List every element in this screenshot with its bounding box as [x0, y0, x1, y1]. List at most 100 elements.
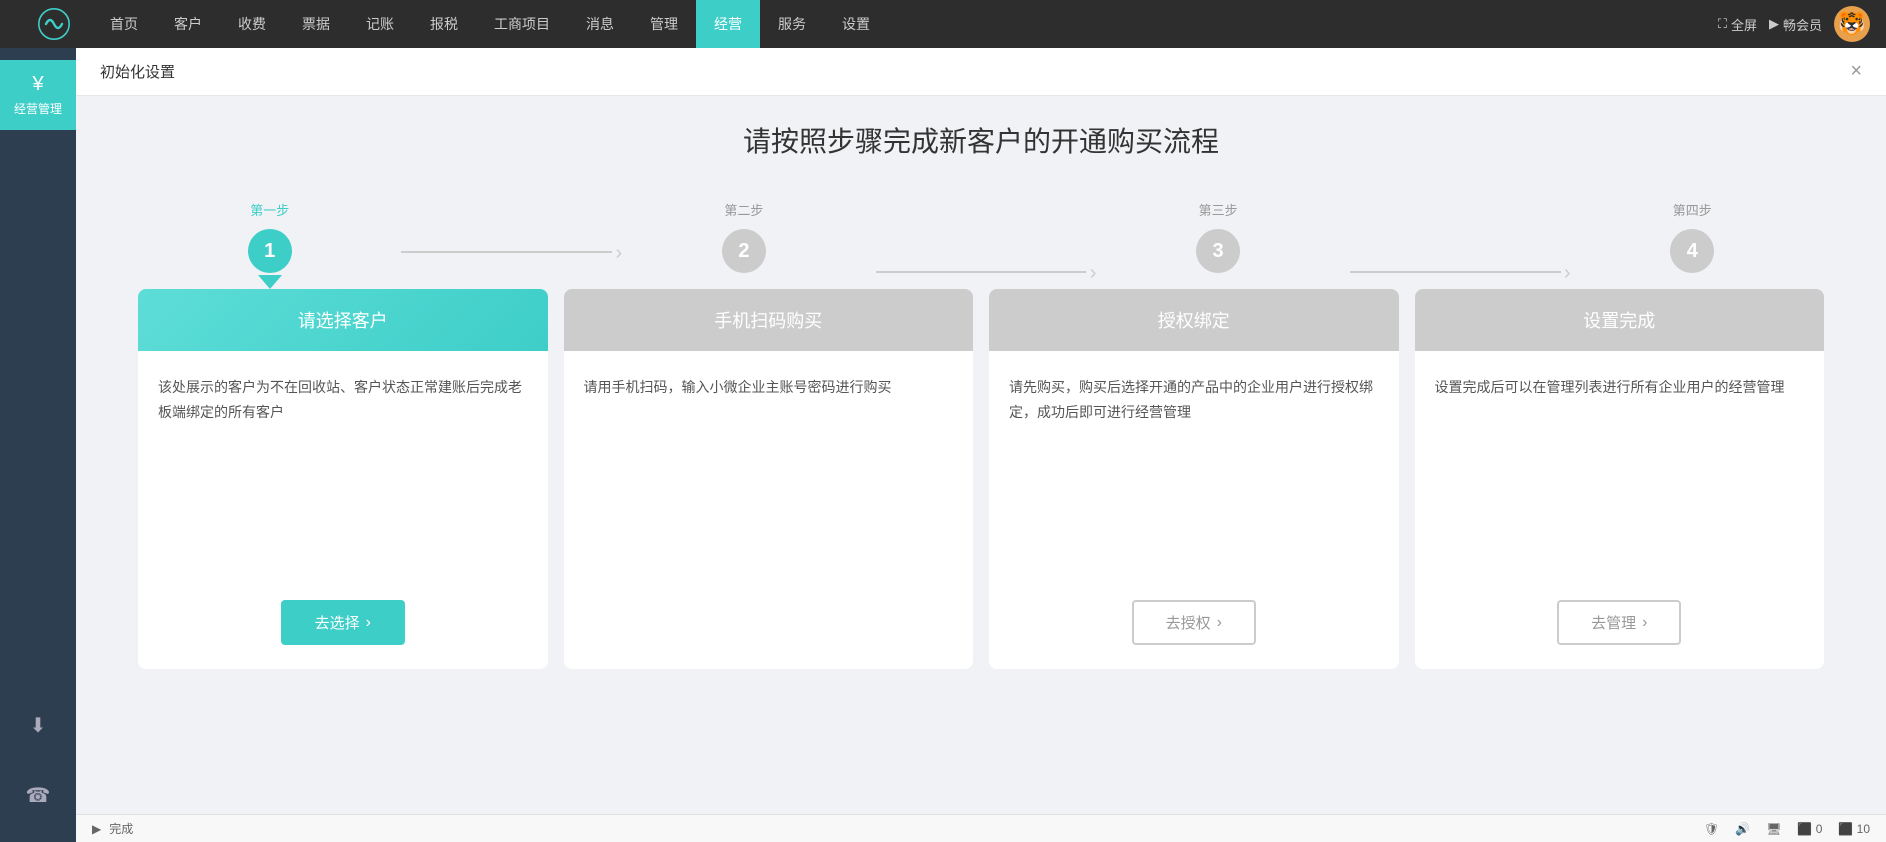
connector-1-2: ›	[401, 251, 612, 289]
steps-header: 第一步 1 › 第二步 2	[108, 200, 1854, 289]
close-button[interactable]: ×	[1850, 60, 1862, 83]
download-icon: ⬇	[30, 713, 47, 738]
card2-title: 手机扫码购买	[714, 311, 822, 331]
step4-circle: 4	[1670, 229, 1714, 273]
sidebar-item-label: 经营管理	[14, 100, 62, 117]
fullscreen-btn[interactable]: ⛶ 全屏	[1718, 15, 1757, 34]
card4-desc: 设置完成后可以在管理列表进行所有企业用户的经营管理	[1435, 379, 1785, 395]
status-text: 完成	[109, 820, 133, 837]
status-right: 🛡 🔊 🖥 ⬛ 0 ⬛ 10	[1704, 822, 1870, 836]
arrow-3: ›	[1564, 262, 1571, 285]
card4-footer: 去管理 ›	[1415, 584, 1825, 669]
content-area: 初始化设置 × 请按照步骤完成新客户的开通购买流程 第一步 1	[76, 48, 1886, 842]
play-status-icon: ▶	[92, 822, 101, 836]
status-bar: ▶ 完成 🛡 🔊 🖥 ⬛ 0 ⬛ 10	[76, 814, 1886, 842]
step3-circle: 3	[1196, 229, 1240, 273]
chevron-right-icon-4: ›	[1642, 614, 1647, 632]
connector-3-4: ›	[1350, 271, 1561, 289]
nav-item-fees[interactable]: 收费	[220, 0, 284, 48]
step1-label: 第一步	[250, 200, 289, 219]
step-card-1: 请选择客户 该处展示的客户为不在回收站、客户状态正常建账后完成老板端绑定的所有客…	[138, 289, 548, 669]
card1-title: 请选择客户	[298, 311, 388, 331]
card4-title: 设置完成	[1583, 311, 1655, 331]
page-title: 初始化设置	[100, 61, 175, 82]
shield-icon: 🛡	[1704, 822, 1719, 836]
cards-row: 请选择客户 该处展示的客户为不在回收站、客户状态正常建账后完成老板端绑定的所有客…	[108, 289, 1854, 669]
card1-header: 请选择客户	[138, 289, 548, 351]
card2-footer	[564, 629, 974, 669]
card3-footer: 去授权 ›	[989, 584, 1399, 669]
nav-item-ops[interactable]: 经营	[696, 0, 760, 48]
card3-body: 请先购买，购买后选择开通的产品中的企业用户进行授权绑定，成功后即可进行经营管理	[989, 351, 1399, 584]
card2-header: 手机扫码购买	[564, 289, 974, 351]
arrow-2: ›	[1090, 262, 1097, 285]
step4-label: 第四步	[1673, 200, 1712, 219]
card4-header: 设置完成	[1415, 289, 1825, 351]
card1-desc: 该处展示的客户为不在回收站、客户状态正常建账后完成老板端绑定的所有客户	[158, 379, 522, 420]
time-indicator: ⬛ 10	[1838, 822, 1870, 836]
nav-item-bookkeeping[interactable]: 记账	[348, 0, 412, 48]
nav-items: 首页 客户 收费 票据 记账 报税 工商项目 消息 管理 经营 服务 设置	[92, 0, 1718, 48]
step2-circle: 2	[722, 229, 766, 273]
step-col-1: 第一步 1	[138, 200, 401, 289]
connector-line-1: ›	[401, 251, 612, 253]
nav-right: ⛶ 全屏 ▶ 畅会员 🐯	[1718, 6, 1870, 42]
flow-title: 请按照步骤完成新客户的开通购买流程	[108, 120, 1854, 160]
step-card-3: 授权绑定 请先购买，购买后选择开通的产品中的企业用户进行授权绑定，成功后即可进行…	[989, 289, 1399, 669]
card3-header: 授权绑定	[989, 289, 1399, 351]
nav-item-bills[interactable]: 票据	[284, 0, 348, 48]
avatar[interactable]: 🐯	[1834, 6, 1870, 42]
card2-desc: 请用手机扫码，输入小微企业主账号密码进行购买	[584, 379, 892, 395]
card2-body: 请用手机扫码，输入小微企业主账号密码进行购买	[564, 351, 974, 629]
status-left: ▶ 完成	[92, 820, 133, 837]
chevron-right-icon-3: ›	[1217, 614, 1222, 632]
step-col-4: 第四步 4	[1561, 200, 1824, 289]
vip-btn[interactable]: ▶ 畅会员	[1769, 15, 1822, 34]
card1-action-btn[interactable]: 去选择 ›	[281, 600, 405, 645]
nav-item-biz[interactable]: 工商项目	[476, 0, 568, 48]
nav-item-service[interactable]: 服务	[760, 0, 824, 48]
page-header: 初始化设置 ×	[76, 48, 1886, 96]
chevron-right-icon-1: ›	[366, 614, 371, 632]
sidebar-bottom: ⬇ ☎	[0, 690, 76, 842]
sidebar-item-ops-mgmt[interactable]: ¥ 经营管理	[0, 60, 76, 130]
sidebar: ¥ 经营管理 ⬇ ☎	[0, 48, 76, 842]
network-status: ⬛ 0	[1797, 822, 1822, 836]
connector-2-3: ›	[876, 271, 1087, 289]
nav-item-home[interactable]: 首页	[92, 0, 156, 48]
headset-icon: ☎	[26, 783, 51, 808]
step-card-4: 设置完成 设置完成后可以在管理列表进行所有企业用户的经营管理 去管理 ›	[1415, 289, 1825, 669]
card1-body: 该处展示的客户为不在回收站、客户状态正常建账后完成老板端绑定的所有客户	[138, 351, 548, 584]
nav-item-mgmt[interactable]: 管理	[632, 0, 696, 48]
step2-label: 第二步	[724, 200, 763, 219]
sidebar-item-support[interactable]: ☎	[0, 760, 76, 830]
card1-footer: 去选择 ›	[138, 584, 548, 669]
main-content: 请按照步骤完成新客户的开通购买流程 第一步 1 ›	[76, 96, 1886, 814]
volume-icon: 🔊	[1735, 822, 1750, 836]
nav-item-settings[interactable]: 设置	[824, 0, 888, 48]
card3-desc: 请先购买，购买后选择开通的产品中的企业用户进行授权绑定，成功后即可进行经营管理	[1009, 379, 1373, 420]
fullscreen-icon: ⛶	[1718, 16, 1727, 32]
card3-action-btn[interactable]: 去授权 ›	[1132, 600, 1256, 645]
nav-item-msg[interactable]: 消息	[568, 0, 632, 48]
step1-circle: 1	[248, 229, 292, 273]
arrow-1: ›	[616, 242, 623, 265]
card4-body: 设置完成后可以在管理列表进行所有企业用户的经营管理	[1415, 351, 1825, 584]
nav-item-customer[interactable]: 客户	[156, 0, 220, 48]
play-icon: ▶	[1769, 16, 1779, 32]
step-col-3: 第三步 3	[1086, 200, 1349, 289]
yuan-icon: ¥	[32, 73, 43, 96]
main-layout: ¥ 经营管理 ⬇ ☎ 初始化设置 × 请按照步骤完成新客户的开通购买流程	[0, 48, 1886, 842]
card3-title: 授权绑定	[1158, 311, 1230, 331]
card4-action-btn[interactable]: 去管理 ›	[1557, 600, 1681, 645]
connector-line-3: ›	[1350, 271, 1561, 273]
step-col-2: 第二步 2	[612, 200, 875, 289]
step3-label: 第三步	[1199, 200, 1238, 219]
top-nav: 首页 客户 收费 票据 记账 报税 工商项目 消息 管理 经营 服务 设置 ⛶ …	[0, 0, 1886, 48]
monitor-icon: 🖥	[1766, 822, 1781, 836]
step1-pointer	[258, 275, 282, 289]
step-card-2: 手机扫码购买 请用手机扫码，输入小微企业主账号密码进行购买	[564, 289, 974, 669]
nav-item-tax[interactable]: 报税	[412, 0, 476, 48]
sidebar-item-download[interactable]: ⬇	[0, 690, 76, 760]
nav-logo	[16, 8, 92, 40]
